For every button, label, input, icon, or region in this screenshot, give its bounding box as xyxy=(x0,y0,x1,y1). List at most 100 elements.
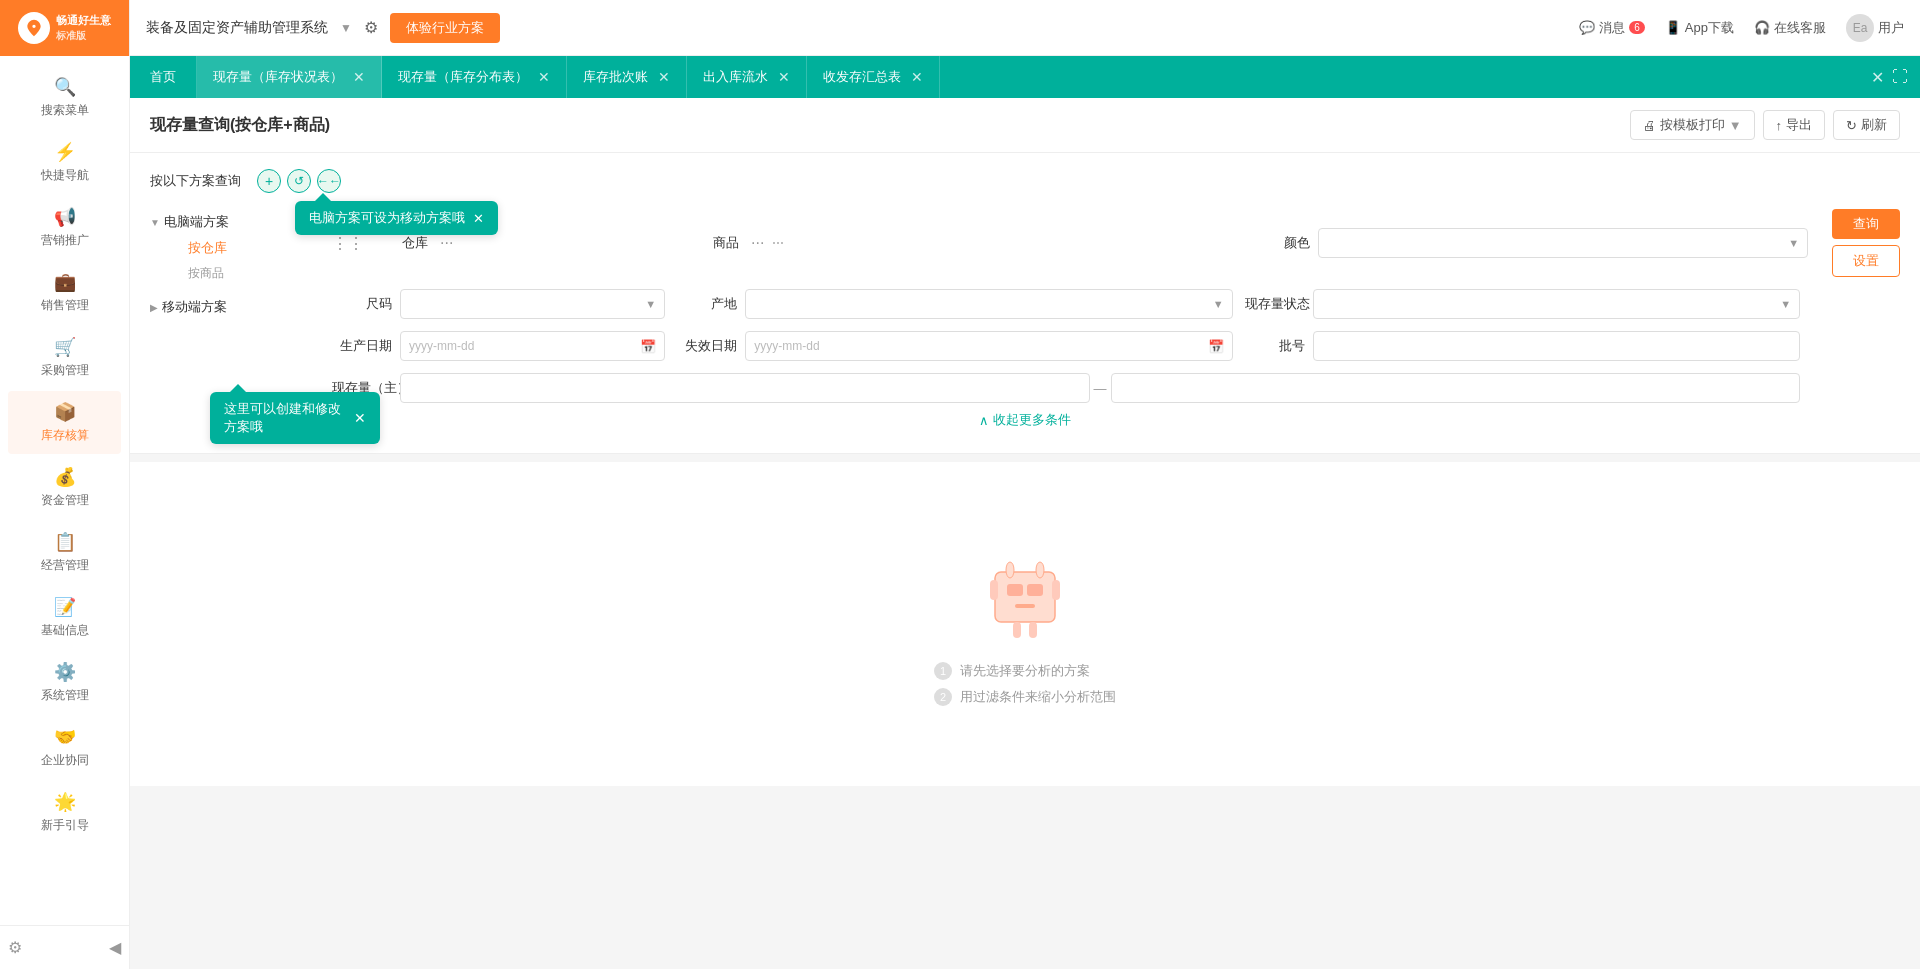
stock-qty-min-input[interactable] xyxy=(400,373,1090,403)
cart-icon: 🛒 xyxy=(54,336,76,358)
template-print-btn[interactable]: 🖨 按模板打印 ▼ xyxy=(1630,110,1755,140)
export-btn[interactable]: ↑ 导出 xyxy=(1763,110,1826,140)
mobile-scheme-item[interactable]: ▶ 移动端方案 xyxy=(150,294,320,320)
message-btn[interactable]: 💬 消息 6 xyxy=(1579,19,1645,37)
filter-actions: + ↺ ←← xyxy=(257,169,341,193)
search-btn-group: 查询 设置 xyxy=(1832,209,1900,277)
stock-qty-field: 现存量（主） — xyxy=(332,373,1800,403)
phone-icon: 📱 xyxy=(1665,20,1681,35)
message-badge: 6 xyxy=(1629,21,1645,34)
tab-close-receive-summary[interactable]: ✕ xyxy=(911,69,923,85)
size-dropdown-icon: ▼ xyxy=(645,298,656,310)
online-support-btn[interactable]: 🎧 在线客服 xyxy=(1754,19,1826,37)
collapse-up-icon: ∧ xyxy=(979,413,989,428)
tab-close-all-icon[interactable]: ✕ xyxy=(1871,68,1884,87)
collapse-btn[interactable]: ∧ 收起更多条件 xyxy=(979,411,1071,429)
expire-date-input[interactable]: yyyy-mm-dd 📅 xyxy=(745,331,1232,361)
add-scheme-btn[interactable]: + xyxy=(257,169,281,193)
scheme-item-2[interactable]: 按商品 xyxy=(170,261,320,286)
tab-close-inout-flow[interactable]: ✕ xyxy=(778,69,790,85)
megaphone-icon: 📢 xyxy=(54,206,76,228)
user-avatar-btn[interactable]: Ea 用户 xyxy=(1846,14,1904,42)
sidebar-item-guide[interactable]: 🌟 新手引导 xyxy=(8,781,121,844)
topbar: 装备及固定资产辅助管理系统 ▼ ⚙ 体验行业方案 💬 消息 6 📱 App下载 … xyxy=(130,0,1920,56)
filter-content: ▼ 电脑端方案 按仓库 按商品 xyxy=(150,209,1900,403)
sidebar-item-marketing[interactable]: 📢 营销推广 xyxy=(8,196,121,259)
sidebar-item-basic[interactable]: 📝 基础信息 xyxy=(8,586,121,649)
sidebar-item-operation[interactable]: 📋 经营管理 xyxy=(8,521,121,584)
svg-rect-3 xyxy=(1015,604,1035,608)
tooltip2-close[interactable]: ✕ xyxy=(354,410,366,426)
tab-batch-ledger[interactable]: 库存批次账 ✕ xyxy=(567,56,687,98)
size-field: 尺码 ▼ xyxy=(332,289,665,319)
goods-dropdown-arrow[interactable]: ⋯ xyxy=(772,236,784,250)
batch-no-input[interactable] xyxy=(1313,331,1800,361)
tab-close-batch-ledger[interactable]: ✕ xyxy=(658,69,670,85)
tab-inventory-status[interactable]: 现存量（库存状况表） ✕ xyxy=(197,56,382,98)
svg-rect-8 xyxy=(1013,622,1021,638)
tabbar: 首页 现存量（库存状况表） ✕ 现存量（库存分布表） ✕ 库存批次账 ✕ 出入库… xyxy=(130,56,1920,98)
sidebar-item-search[interactable]: 🔍 搜索菜单 xyxy=(8,66,121,129)
collapse-sidebar-icon[interactable]: ◀ xyxy=(109,938,121,957)
sidebar-item-system[interactable]: ⚙️ 系统管理 xyxy=(8,651,121,714)
system-title-dropdown[interactable]: ▼ xyxy=(340,21,352,35)
page-header: 现存量查询(按仓库+商品) 🖨 按模板打印 ▼ ↑ 导出 ↻ 刷新 xyxy=(130,98,1920,153)
refresh-btn[interactable]: ↻ 刷新 xyxy=(1833,110,1900,140)
stock-status-field: 现存量状态 ▼ xyxy=(1245,289,1800,319)
tab-inventory-dist[interactable]: 现存量（库存分布表） ✕ xyxy=(382,56,567,98)
produce-date-input[interactable]: yyyy-mm-dd 📅 xyxy=(400,331,665,361)
sidebar-item-enterprise[interactable]: 🤝 企业协同 xyxy=(8,716,121,779)
warehouse-dots[interactable]: ··· xyxy=(436,234,457,252)
empty-illustration xyxy=(965,542,1085,642)
reset-btn[interactable]: 设置 xyxy=(1832,245,1900,277)
calendar-icon-1: 📅 xyxy=(640,339,656,354)
gear-icon: ⚙️ xyxy=(54,661,76,683)
collapse-row: ∧ 收起更多条件 xyxy=(150,403,1900,437)
color-select[interactable]: ▼ xyxy=(1318,228,1808,258)
origin-select[interactable]: ▼ xyxy=(745,289,1232,319)
stock-qty-max-input[interactable] xyxy=(1111,373,1801,403)
svg-point-7 xyxy=(1036,562,1044,578)
color-dropdown-icon: ▼ xyxy=(1788,237,1799,249)
sidebar-item-quick[interactable]: ⚡ 快捷导航 xyxy=(8,131,121,194)
main-content: 现存量查询(按仓库+商品) 🖨 按模板打印 ▼ ↑ 导出 ↻ 刷新 按以下方案查… xyxy=(130,98,1920,969)
search-btn[interactable]: 查询 xyxy=(1832,209,1900,239)
filter-area: 按以下方案查询 + ↺ ←← 电脑方案可设为移动方案哦 ✕ ▼ 电脑端方案 xyxy=(130,153,1920,454)
batch-no-field: 批号 xyxy=(1245,331,1800,361)
filter-row-2: 尺码 ▼ 产地 ▼ xyxy=(332,289,1900,319)
settings-icon[interactable]: ⚙ xyxy=(8,938,22,957)
refresh-scheme-btn[interactable]: ↺ xyxy=(287,169,311,193)
tab-expand-icon[interactable]: ⛶ xyxy=(1892,68,1908,86)
sidebar-logo: 畅通好生意 标准版 xyxy=(0,0,129,56)
app-download-btn[interactable]: 📱 App下载 xyxy=(1665,19,1734,37)
sidebar-item-purchase[interactable]: 🛒 采购管理 xyxy=(8,326,121,389)
calendar-icon-2: 📅 xyxy=(1208,339,1224,354)
empty-state: 1 请先选择要分析的方案 2 用过滤条件来缩小分析范围 xyxy=(130,462,1920,786)
color-field: 颜色 ▼ xyxy=(1250,228,1808,258)
industry-btn[interactable]: 体验行业方案 xyxy=(390,13,500,43)
sidebar-item-finance[interactable]: 💰 资金管理 xyxy=(8,456,121,519)
handshake-icon: 🤝 xyxy=(54,726,76,748)
tab-home[interactable]: 首页 xyxy=(130,56,197,98)
goods-dots[interactable]: ··· xyxy=(747,234,768,252)
sidebar-item-sales[interactable]: 💼 销售管理 xyxy=(8,261,121,324)
stock-status-select[interactable]: ▼ xyxy=(1313,289,1800,319)
tooltip1-close[interactable]: ✕ xyxy=(473,211,484,226)
tab-receive-summary[interactable]: 收发存汇总表 ✕ xyxy=(807,56,940,98)
back-scheme-btn[interactable]: ←← xyxy=(317,169,341,193)
stock-status-dropdown-icon: ▼ xyxy=(1780,298,1791,310)
search-icon: 🔍 xyxy=(54,76,76,98)
sidebar-item-inventory[interactable]: 📦 库存核算 xyxy=(8,391,121,454)
origin-field: 产地 ▼ xyxy=(677,289,1232,319)
box-icon: 📦 xyxy=(54,401,76,423)
tab-inout-flow[interactable]: 出入库流水 ✕ xyxy=(687,56,807,98)
tab-close-inventory-status[interactable]: ✕ xyxy=(353,69,365,85)
topbar-gear-icon[interactable]: ⚙ xyxy=(364,18,378,37)
size-select[interactable]: ▼ xyxy=(400,289,665,319)
money-icon: 💰 xyxy=(54,466,76,488)
warehouse-field: ⋮⋮ 仓库 ··· xyxy=(332,234,667,253)
scheme-by-warehouse[interactable]: 按仓库 xyxy=(170,235,320,261)
briefcase-icon: 💼 xyxy=(54,271,76,293)
tab-close-inventory-dist[interactable]: ✕ xyxy=(538,69,550,85)
empty-tip-2: 2 用过滤条件来缩小分析范围 xyxy=(934,688,1116,706)
